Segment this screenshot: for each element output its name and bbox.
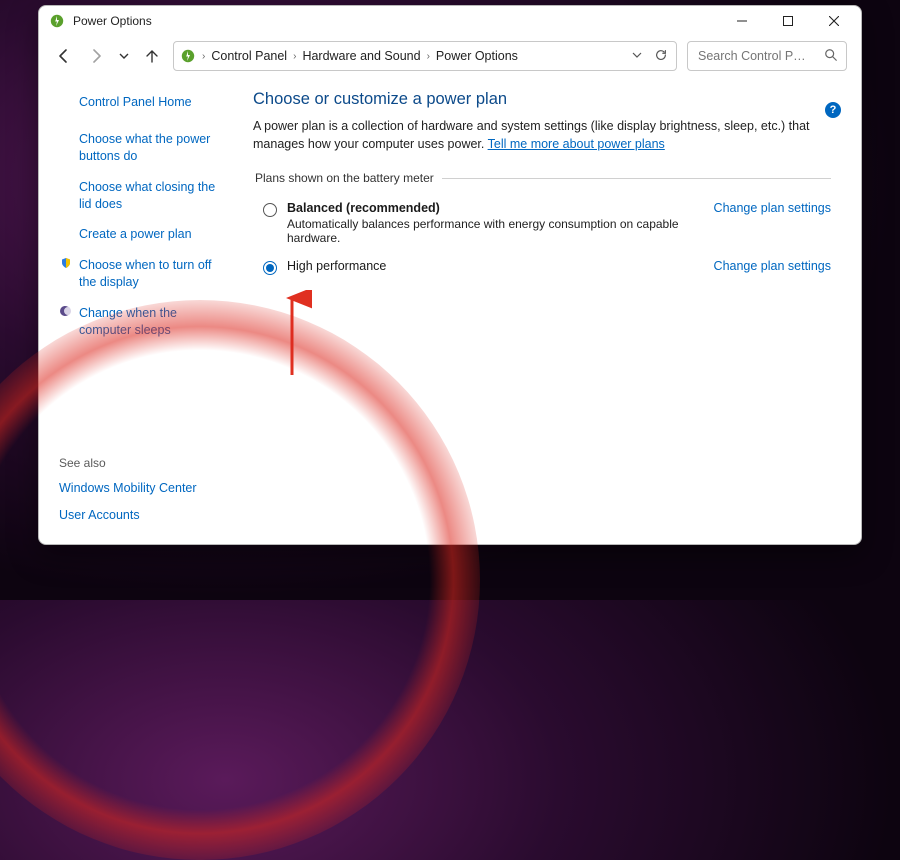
titlebar: Power Options: [39, 6, 861, 36]
sidebar-see-also-accounts[interactable]: User Accounts: [59, 507, 140, 524]
recent-dropdown[interactable]: [117, 45, 131, 67]
nav-row: › Control Panel › Hardware and Sound › P…: [39, 36, 861, 76]
maximize-button[interactable]: [765, 6, 811, 36]
plan-group-legend: Plans shown on the battery meter: [253, 171, 442, 185]
close-button[interactable]: [811, 6, 857, 36]
app-icon: [49, 13, 65, 29]
plan-group: Plans shown on the battery meter Balance…: [253, 171, 831, 289]
chevron-down-icon[interactable]: [632, 49, 642, 63]
search-input[interactable]: [696, 48, 818, 64]
sidebar-item-turn-off-display[interactable]: Choose when to turn off the display: [79, 257, 229, 291]
change-plan-settings-balanced[interactable]: Change plan settings: [714, 201, 831, 215]
chevron-right-icon: ›: [427, 51, 430, 62]
back-button[interactable]: [53, 45, 75, 67]
page-description: A power plan is a collection of hardware…: [253, 117, 831, 153]
page-title: Choose or customize a power plan: [253, 90, 831, 109]
minimize-button[interactable]: [719, 6, 765, 36]
breadcrumb[interactable]: Power Options: [436, 49, 518, 63]
up-button[interactable]: [141, 45, 163, 67]
radio-balanced[interactable]: [263, 203, 277, 217]
power-options-window: Power Options: [38, 5, 862, 545]
plan-balanced-label: Balanced (recommended): [287, 201, 704, 215]
sidebar: Control Panel Home Choose what the power…: [39, 76, 239, 544]
plan-balanced-desc: Automatically balances performance with …: [287, 217, 704, 245]
breadcrumb[interactable]: Control Panel: [211, 49, 287, 63]
forward-button[interactable]: [85, 45, 107, 67]
see-also-heading: See also: [59, 456, 229, 470]
plan-balanced: Balanced (recommended) Automatically bal…: [263, 201, 831, 245]
refresh-button[interactable]: [654, 48, 668, 65]
plan-high-performance: High performance Change plan settings: [263, 259, 831, 275]
search-box[interactable]: [687, 41, 847, 71]
sidebar-item-power-buttons[interactable]: Choose what the power buttons do: [79, 131, 229, 165]
window-title: Power Options: [73, 14, 152, 28]
sidebar-item-create-plan[interactable]: Create a power plan: [79, 226, 192, 243]
breadcrumb-icon: [180, 48, 196, 64]
search-icon[interactable]: [824, 48, 838, 65]
moon-icon: [59, 305, 73, 317]
shield-icon: [59, 257, 73, 269]
breadcrumb[interactable]: Hardware and Sound: [302, 49, 420, 63]
learn-more-link[interactable]: Tell me more about power plans: [488, 137, 665, 151]
sidebar-home[interactable]: Control Panel Home: [79, 94, 192, 111]
plan-high-performance-label: High performance: [287, 259, 704, 273]
sidebar-item-computer-sleeps[interactable]: Change when the computer sleeps: [79, 305, 229, 339]
chevron-right-icon: ›: [293, 51, 296, 62]
change-plan-settings-high[interactable]: Change plan settings: [714, 259, 831, 273]
main-pane: Choose or customize a power plan A power…: [239, 76, 861, 544]
sidebar-item-closing-lid[interactable]: Choose what closing the lid does: [79, 179, 229, 213]
address-bar[interactable]: › Control Panel › Hardware and Sound › P…: [173, 41, 677, 71]
chevron-right-icon: ›: [202, 51, 205, 62]
sidebar-see-also-mobility[interactable]: Windows Mobility Center: [59, 480, 197, 497]
radio-high-performance[interactable]: [263, 261, 277, 275]
